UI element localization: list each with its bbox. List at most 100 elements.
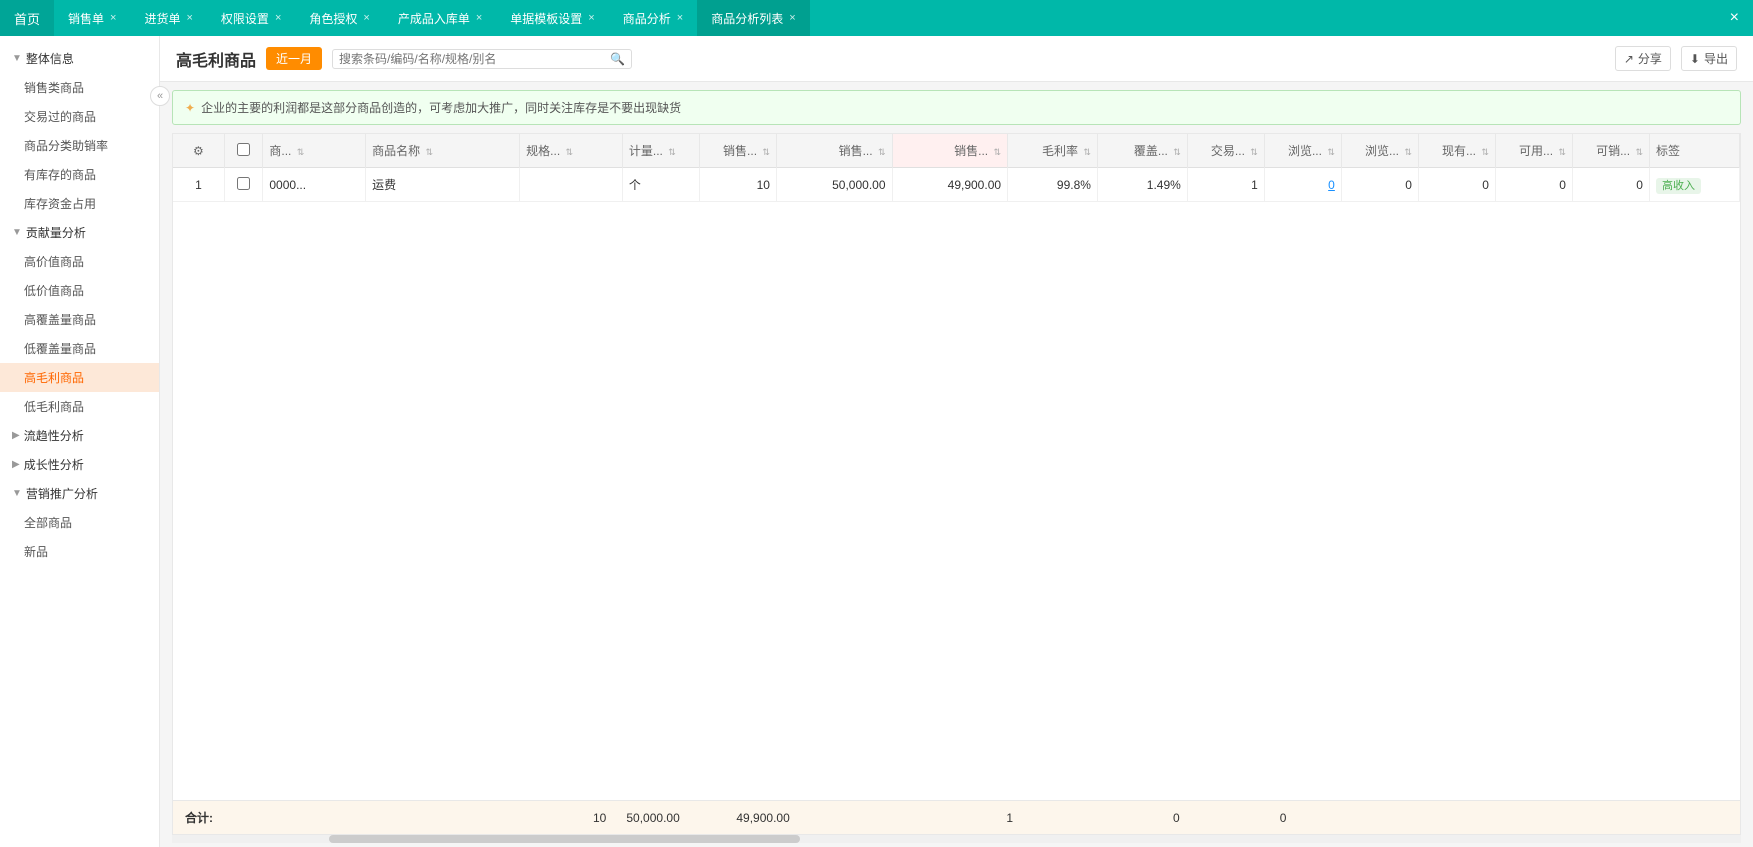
- cell-unit: 个: [622, 168, 699, 202]
- nav-close-sales[interactable]: ×: [110, 12, 116, 24]
- sidebar-wrapper: ▼ 整体信息 销售类商品 交易过的商品 商品分类助销率 有库存的商品 库存资金占…: [0, 36, 160, 847]
- nav-item-sales[interactable]: 销售单 ×: [54, 0, 130, 36]
- nav-close-purchase[interactable]: ×: [186, 12, 192, 24]
- sidebar-item-sales-goods[interactable]: 销售类商品: [0, 73, 159, 102]
- cell-sales-qty: 10: [699, 168, 776, 202]
- nav-close-stock-in[interactable]: ×: [476, 12, 482, 24]
- th-trade[interactable]: 交易... ⇅: [1187, 134, 1264, 168]
- search-box: 🔍: [332, 49, 632, 69]
- th-name[interactable]: 商品名称 ⇅: [366, 134, 520, 168]
- row-checkbox[interactable]: [237, 177, 250, 190]
- th-settings[interactable]: ⚙: [173, 134, 224, 168]
- nav-close-role[interactable]: ×: [363, 12, 369, 24]
- cell-browse1[interactable]: 0: [1264, 168, 1341, 202]
- sidebar-item-high-profit[interactable]: 高毛利商品: [0, 363, 159, 392]
- th-profit-rate[interactable]: 毛利率 ⇅: [1008, 134, 1098, 168]
- top-navigation: 首页 销售单 × 进货单 × 权限设置 × 角色授权 × 产成品入库单 × 单据…: [0, 0, 1753, 36]
- tip-icon: ✦: [185, 101, 195, 115]
- settings-icon[interactable]: ⚙: [193, 144, 204, 158]
- sidebar-item-low-coverage[interactable]: 低覆盖量商品: [0, 334, 159, 363]
- th-stock[interactable]: 现有... ⇅: [1418, 134, 1495, 168]
- sidebar-item-new-goods[interactable]: 新品: [0, 537, 159, 566]
- browse1-link[interactable]: 0: [1328, 178, 1335, 192]
- content-area: 高毛利商品 近一月 🔍 ↗ 分享 ⬇ 导出 ✦ 企业的主要的利润都是这部分商品创…: [160, 36, 1753, 847]
- table-header-row: ⚙ 商... ⇅ 商品名称 ⇅: [173, 134, 1740, 168]
- th-sales-qty[interactable]: 销售... ⇅: [699, 134, 776, 168]
- filter-recent-month-button[interactable]: 近一月: [266, 47, 322, 70]
- nav-item-purchase[interactable]: 进货单 ×: [130, 0, 206, 36]
- table-wrapper: ⚙ 商... ⇅ 商品名称 ⇅: [172, 133, 1741, 801]
- th-sales-amount[interactable]: 销售... ⇅: [776, 134, 892, 168]
- nav-close-goods-analysis[interactable]: ×: [677, 12, 683, 24]
- th-browse1[interactable]: 浏览... ⇅: [1264, 134, 1341, 168]
- share-button[interactable]: ↗ 分享: [1615, 46, 1671, 71]
- cell-checkbox[interactable]: [224, 168, 263, 202]
- sidebar-toggle-button[interactable]: «: [150, 86, 170, 106]
- arrow-icon: ▼: [12, 53, 22, 64]
- sort-icon-coverage: ⇅: [1173, 147, 1181, 157]
- th-available[interactable]: 可用... ⇅: [1495, 134, 1572, 168]
- search-input[interactable]: [339, 52, 610, 66]
- sidebar-item-all-goods[interactable]: 全部商品: [0, 508, 159, 537]
- sort-icon-trade: ⇅: [1250, 147, 1258, 157]
- footer-sales-profit: 49,900.00: [736, 811, 826, 825]
- sidebar-item-category-rate[interactable]: 商品分类助销率: [0, 131, 159, 160]
- nav-item-goods-analysis[interactable]: 商品分析 ×: [609, 0, 697, 36]
- nav-item-permission[interactable]: 权限设置 ×: [207, 0, 295, 36]
- th-browse2[interactable]: 浏览... ⇅: [1341, 134, 1418, 168]
- nav-close-permission[interactable]: ×: [275, 12, 281, 24]
- sort-icon-sales-amount: ⇅: [878, 147, 886, 157]
- cell-sales-profit: 49,900.00: [892, 168, 1008, 202]
- cell-trade: 1: [1187, 168, 1264, 202]
- content-header: 高毛利商品 近一月 🔍 ↗ 分享 ⬇ 导出: [160, 36, 1753, 82]
- sort-icon-browse2: ⇅: [1404, 147, 1412, 157]
- sidebar-group-growth[interactable]: ▶ 成长性分析: [0, 450, 159, 479]
- th-spec[interactable]: 规格... ⇅: [520, 134, 623, 168]
- table-row: 1 0000... 运费 个 10 50,000.00 49,900.00 99…: [173, 168, 1740, 202]
- nav-item-goods-analysis-list[interactable]: 商品分析列表 ×: [697, 0, 809, 36]
- select-all-checkbox[interactable]: [237, 143, 250, 156]
- sort-icon-name: ⇅: [425, 147, 433, 157]
- sidebar-item-high-coverage[interactable]: 高覆盖量商品: [0, 305, 159, 334]
- sort-icon-browse1: ⇅: [1327, 147, 1335, 157]
- horizontal-scrollbar[interactable]: [172, 835, 1741, 843]
- sidebar-item-traded-goods[interactable]: 交易过的商品: [0, 102, 159, 131]
- sidebar-item-in-stock[interactable]: 有库存的商品: [0, 160, 159, 189]
- th-coverage[interactable]: 覆盖... ⇅: [1097, 134, 1187, 168]
- export-icon: ⬇: [1690, 52, 1700, 66]
- nav-item-stock-in[interactable]: 产成品入库单 ×: [384, 0, 496, 36]
- cell-tag: 高收入: [1649, 168, 1739, 202]
- sort-icon-spec: ⇅: [566, 147, 574, 157]
- nav-close-goods-analysis-list[interactable]: ×: [789, 12, 795, 24]
- sidebar-item-stock-fund[interactable]: 库存资金占用: [0, 189, 159, 218]
- sidebar-group-overall[interactable]: ▼ 整体信息: [0, 44, 159, 73]
- sidebar-item-low-value[interactable]: 低价值商品: [0, 276, 159, 305]
- arrow-icon-5: ▼: [12, 488, 22, 499]
- th-code[interactable]: 商... ⇅: [263, 134, 366, 168]
- nav-item-template[interactable]: 单据模板设置 ×: [496, 0, 608, 36]
- th-unit[interactable]: 计量... ⇅: [622, 134, 699, 168]
- sidebar-group-flow[interactable]: ▶ 流趋性分析: [0, 421, 159, 450]
- cell-code: 0000...: [263, 168, 366, 202]
- footer-available: 0: [1280, 811, 1287, 825]
- nav-item-role[interactable]: 角色授权 ×: [295, 0, 383, 36]
- sidebar-item-low-profit[interactable]: 低毛利商品: [0, 392, 159, 421]
- nav-close-template[interactable]: ×: [588, 12, 594, 24]
- data-table: ⚙ 商... ⇅ 商品名称 ⇅: [173, 134, 1740, 202]
- export-button[interactable]: ⬇ 导出: [1681, 46, 1737, 71]
- th-sellable[interactable]: 可销... ⇅: [1572, 134, 1649, 168]
- window-close-button[interactable]: ×: [1716, 0, 1753, 36]
- nav-item-home[interactable]: 首页: [0, 0, 54, 36]
- search-icon[interactable]: 🔍: [610, 52, 625, 66]
- sidebar-item-high-value[interactable]: 高价值商品: [0, 247, 159, 276]
- th-checkbox[interactable]: [224, 134, 263, 168]
- tip-bar: ✦ 企业的主要的利润都是这部分商品创造的，可考虑加大推广，同时关注库存是不要出现…: [172, 90, 1741, 125]
- sort-icon-profit-rate: ⇅: [1083, 147, 1091, 157]
- footer-sales-qty: 10: [593, 811, 606, 825]
- sidebar-group-marketing[interactable]: ▼ 营销推广分析: [0, 479, 159, 508]
- tip-text: 企业的主要的利润都是这部分商品创造的，可考虑加大推广，同时关注库存是不要出现缺货: [201, 99, 681, 116]
- cell-num: 1: [173, 168, 224, 202]
- th-sales-profit[interactable]: 销售... ⇅: [892, 134, 1008, 168]
- sort-icon-stock: ⇅: [1481, 147, 1489, 157]
- sidebar-group-contribution[interactable]: ▼ 贡献量分析: [0, 218, 159, 247]
